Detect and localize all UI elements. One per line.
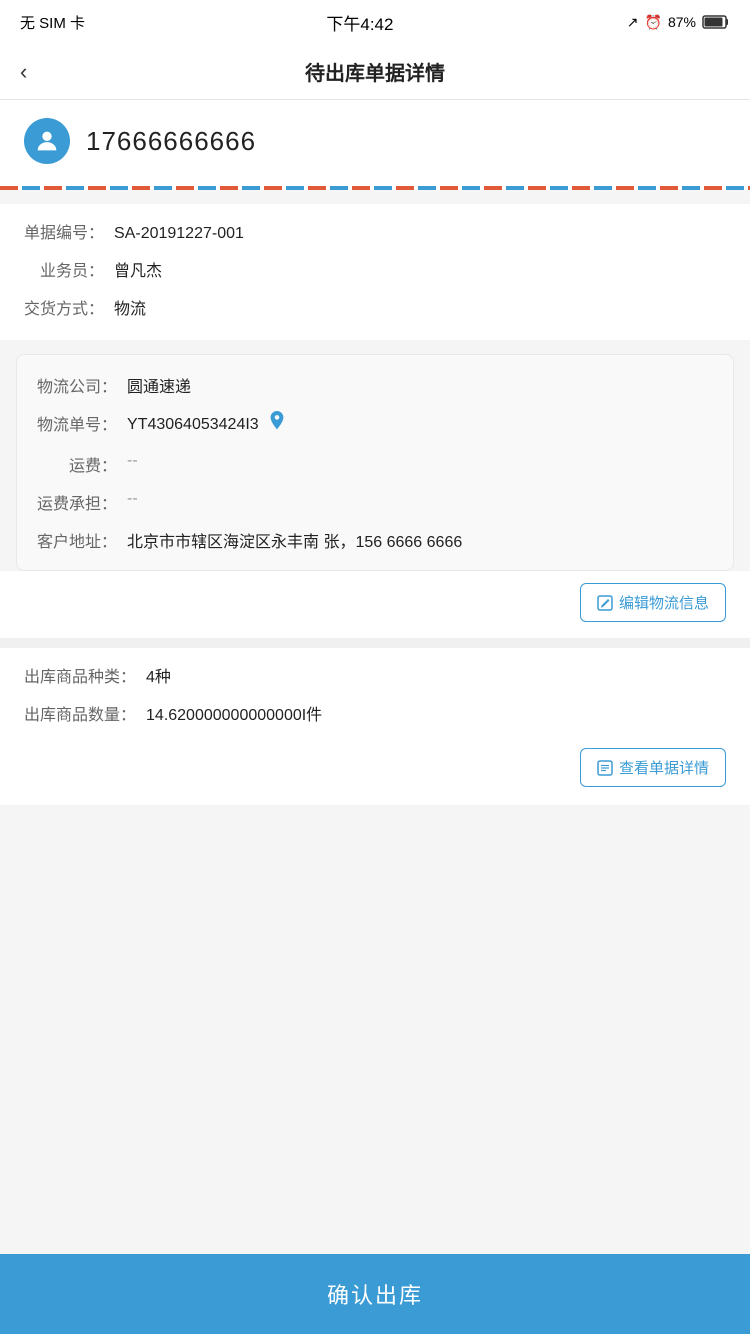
freight-label: 运费： (37, 452, 117, 476)
document-number-row: 单据编号： SA-20191227-001 (24, 222, 726, 246)
address-row: 客户地址： 北京市市辖区海淀区永丰南 张，156 6666 6666 (37, 528, 713, 552)
dashed-divider (0, 182, 750, 190)
battery-text: 87% (668, 14, 696, 30)
carrier-text: 无 SIM 卡 (20, 12, 85, 33)
logistics-company-value: 圆通速递 (127, 373, 713, 397)
goods-quantity-label: 出库商品数量： (24, 704, 136, 728)
status-right: ↗ ⏰ 87% (627, 14, 730, 31)
tracking-number-label: 物流单号： (37, 411, 117, 435)
freight-bearer-label: 运费承担： (37, 490, 117, 514)
tracking-location-icon[interactable] (267, 411, 287, 438)
salesperson-row: 业务员： 曾凡杰 (24, 260, 726, 284)
status-time: 下午4:42 (326, 10, 393, 35)
goods-section: 出库商品种类： 4种 出库商品数量： 14.620000000000000I件 (0, 648, 750, 740)
freight-row: 运费： -- (37, 452, 713, 476)
view-detail-button[interactable]: 查看单据详情 (580, 748, 726, 787)
delivery-method-value: 物流 (114, 298, 726, 322)
back-button[interactable]: ‹ (12, 51, 35, 93)
salesperson-label: 业务员： (24, 260, 104, 284)
goods-quantity-row: 出库商品数量： 14.620000000000000I件 (24, 704, 726, 728)
address-value: 北京市市辖区海淀区永丰南 张，156 6666 6666 (127, 528, 713, 552)
user-icon (33, 127, 61, 155)
nav-bar: ‹ 待出库单据详情 (0, 44, 750, 100)
salesperson-value: 曾凡杰 (114, 260, 726, 284)
edit-logistics-label: 编辑物流信息 (619, 592, 709, 613)
bottom-bar: 确认出库 (0, 1254, 750, 1334)
goods-type-value: 4种 (146, 666, 726, 690)
address-label: 客户地址： (37, 528, 117, 552)
status-left: 无 SIM 卡 (20, 12, 93, 33)
battery-icon (702, 15, 730, 29)
delivery-method-row: 交货方式： 物流 (24, 298, 726, 322)
tracking-number-value: YT43064053424I3 (127, 411, 713, 438)
customer-phone: 17666666666 (86, 126, 256, 157)
avatar (24, 118, 70, 164)
customer-section: 17666666666 (0, 100, 750, 182)
delivery-method-label: 交货方式： (24, 298, 104, 322)
section-divider (0, 638, 750, 648)
goods-type-label: 出库商品种类： (24, 666, 136, 690)
logistics-company-row: 物流公司： 圆通速递 (37, 373, 713, 397)
document-number-value: SA-20191227-001 (114, 222, 726, 246)
confirm-button[interactable]: 确认出库 (327, 1278, 423, 1310)
edit-logistics-button[interactable]: 编辑物流信息 (580, 583, 726, 622)
alarm-icon: ⏰ (645, 14, 662, 31)
document-icon (597, 760, 613, 776)
freight-bearer-row: 运费承担： -- (37, 490, 713, 514)
document-number-label: 单据编号： (24, 222, 104, 246)
edit-icon (597, 595, 613, 611)
location-status-icon: ↗ (627, 14, 639, 31)
spacer (0, 805, 750, 1005)
status-bar: 无 SIM 卡 下午4:42 ↗ ⏰ 87% (0, 0, 750, 44)
view-detail-label: 查看单据详情 (619, 757, 709, 778)
order-info-section: 单据编号： SA-20191227-001 业务员： 曾凡杰 交货方式： 物流 (0, 204, 750, 340)
content: 17666666666 单据编号： SA-20191227-001 业务员： 曾… (0, 100, 750, 1105)
logistics-card: 物流公司： 圆通速递 物流单号： YT43064053424I3 运费： -- … (16, 354, 734, 571)
edit-btn-row: 编辑物流信息 (0, 571, 750, 638)
page-title: 待出库单据详情 (305, 57, 445, 86)
freight-bearer-value: -- (127, 490, 713, 508)
freight-value: -- (127, 452, 713, 470)
logistics-company-label: 物流公司： (37, 373, 117, 397)
view-btn-row: 查看单据详情 (0, 740, 750, 805)
goods-quantity-value: 14.620000000000000I件 (146, 704, 726, 728)
goods-type-row: 出库商品种类： 4种 (24, 666, 726, 690)
tracking-number-row: 物流单号： YT43064053424I3 (37, 411, 713, 438)
